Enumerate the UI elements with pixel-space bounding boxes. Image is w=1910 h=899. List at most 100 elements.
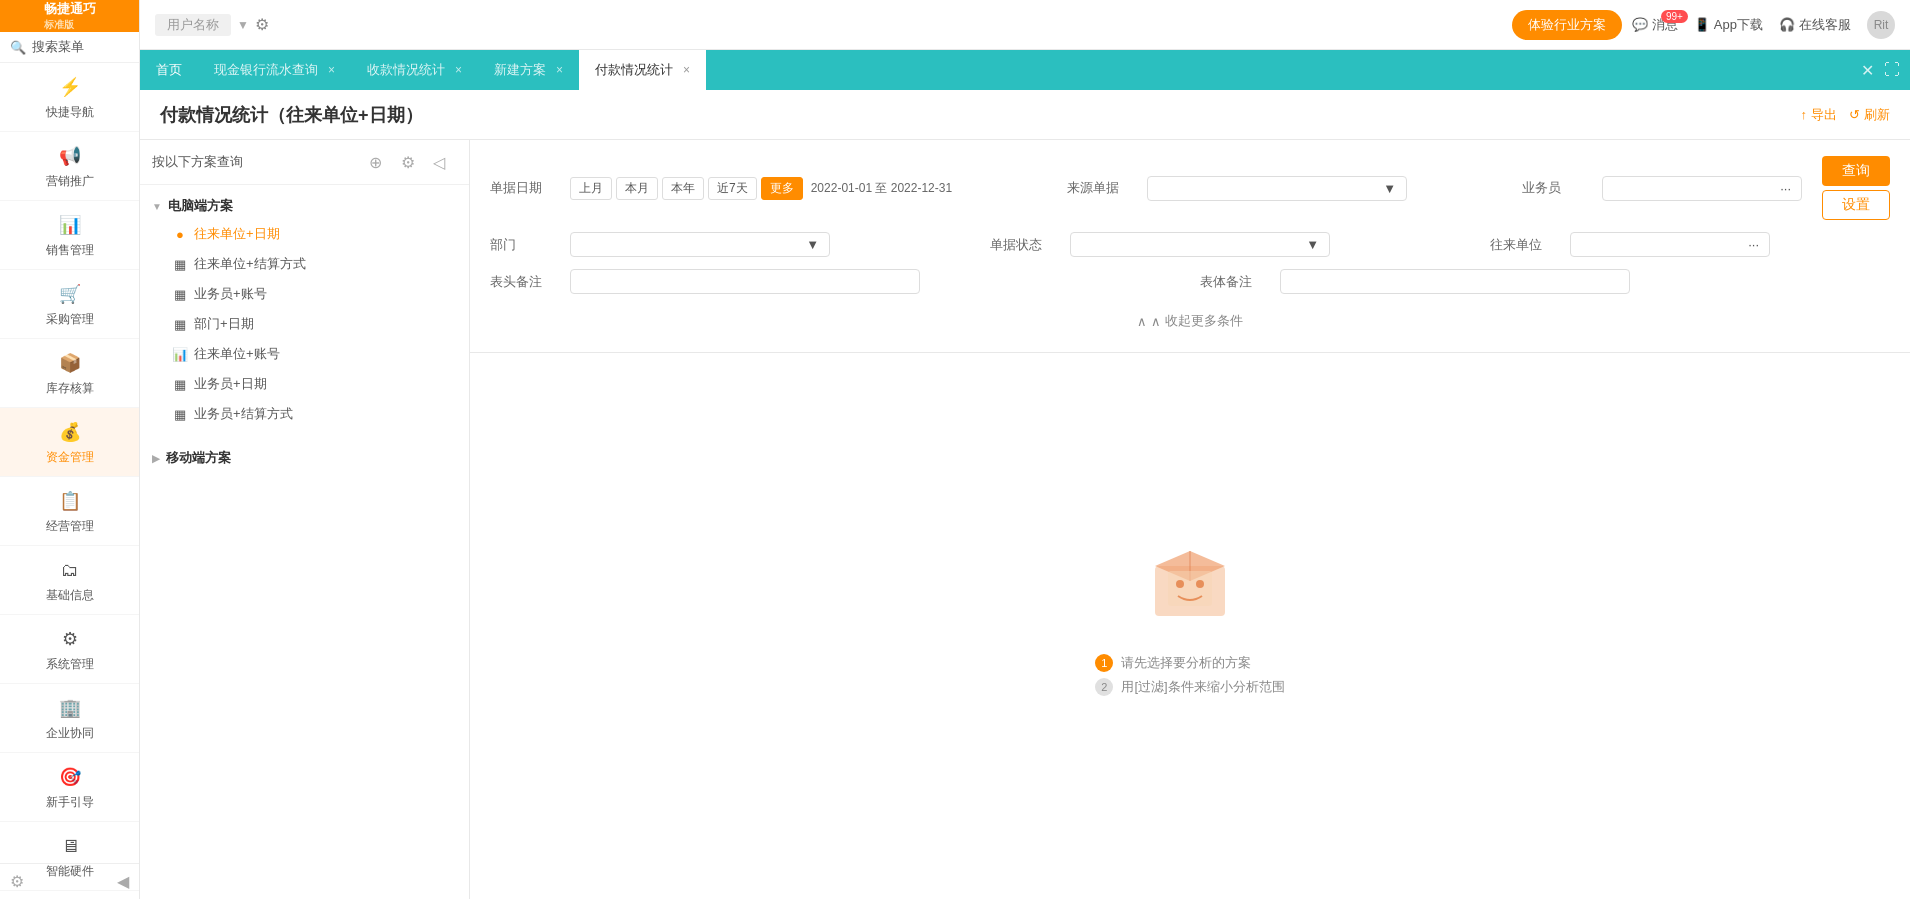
- header-note-input[interactable]: [570, 269, 920, 294]
- schema-item-partner-date[interactable]: ● 往来单位+日期: [152, 219, 457, 249]
- sidebar-item-system[interactable]: ⚙ 系统管理: [0, 615, 139, 684]
- export-button[interactable]: ↑ 导出: [1801, 106, 1838, 124]
- desktop-schema-group: ▼ 电脑端方案 ● 往来单位+日期 ▦ 往来单位+结算方式 ▦ 业务员+账号 ▦: [140, 185, 469, 437]
- tab-payments[interactable]: 付款情况统计 ×: [579, 50, 706, 90]
- left-panel-add-btn[interactable]: ⊕: [369, 150, 393, 174]
- schema-item-partner-settle-label: 往来单位+结算方式: [194, 255, 306, 273]
- sidebar-item-marketing[interactable]: 📢 营销推广: [0, 132, 139, 201]
- date-btn-this-month[interactable]: 本月: [616, 177, 658, 200]
- tab-receipts-close[interactable]: ×: [455, 63, 462, 77]
- collapse-conditions-btn[interactable]: ∧ ∧ 收起更多条件: [490, 306, 1890, 336]
- refresh-button[interactable]: ↺ 刷新: [1849, 106, 1890, 124]
- source-select[interactable]: ▼: [1147, 176, 1407, 201]
- tab-newplan[interactable]: 新建方案 ×: [478, 50, 579, 90]
- tabbar-expand-icon[interactable]: ⛶: [1884, 61, 1900, 79]
- partner-select[interactable]: ···: [1570, 232, 1770, 257]
- schema-item-staff-account[interactable]: ▦ 业务员+账号: [152, 279, 457, 309]
- schema-item-partner-date-label: 往来单位+日期: [194, 225, 280, 243]
- sidebar-item-quicknav[interactable]: ⚡ 快捷导航: [0, 63, 139, 132]
- collapse-arrow-icon: ∧ ∧: [1137, 314, 1161, 329]
- sidebar-item-inventory[interactable]: 📦 库存核算: [0, 339, 139, 408]
- avatar-label: Rit: [1874, 18, 1889, 32]
- sidebar-settings-icon[interactable]: ⚙: [10, 872, 24, 891]
- hint-text-2: 用[过滤]条件来缩小分析范围: [1121, 678, 1284, 696]
- sidebar-item-system-label: 系统管理: [46, 656, 94, 673]
- sidebar-item-operations[interactable]: 📋 经营管理: [0, 477, 139, 546]
- date-btn-more[interactable]: 更多: [761, 177, 803, 200]
- msg-icon: 💬: [1632, 17, 1648, 32]
- mobile-group-title[interactable]: ▶ 移动端方案: [152, 445, 457, 471]
- sidebar-item-finance-label: 资金管理: [46, 449, 94, 466]
- sidebar-search-label: 搜索菜单: [32, 38, 84, 56]
- date-btn-this-year[interactable]: 本年: [662, 177, 704, 200]
- dept-select[interactable]: ▼: [570, 232, 830, 257]
- schema-item-staff-date[interactable]: ▦ 业务员+日期: [152, 369, 457, 399]
- tab-newplan-close[interactable]: ×: [556, 63, 563, 77]
- topbar-app[interactable]: 📱 App下载: [1694, 16, 1763, 34]
- topbar-gear-icon[interactable]: ⚙: [255, 15, 269, 34]
- tab-payments-close[interactable]: ×: [683, 63, 690, 77]
- topbar-user-label: 用户名称: [155, 14, 231, 36]
- sidebar-item-marketing-label: 营销推广: [46, 173, 94, 190]
- logo-name: 畅捷通巧: [44, 0, 96, 18]
- date-btn-7days[interactable]: 近7天: [708, 177, 757, 200]
- sidebar-item-guide[interactable]: 🎯 新手引导: [0, 753, 139, 822]
- sidebar-item-enterprise[interactable]: 🏢 企业协同: [0, 684, 139, 753]
- left-panel-collapse-btn[interactable]: ◁: [433, 150, 457, 174]
- sidebar-search[interactable]: 🔍 搜索菜单: [0, 32, 139, 63]
- logo-sub: 标准版: [44, 18, 96, 32]
- sidebar-item-sales[interactable]: 📊 销售管理: [0, 201, 139, 270]
- schema-item-dept-date-icon: ▦: [172, 316, 188, 332]
- topbar-dropdown-icon[interactable]: ▼: [237, 18, 249, 32]
- sidebar-item-finance[interactable]: 💰 资金管理: [0, 408, 139, 477]
- filter-area: 单据日期 上月 本月 本年 近7天 更多 2022-01-01 至 2022-1…: [470, 140, 1910, 353]
- doc-status-select[interactable]: ▼: [1070, 232, 1330, 257]
- body-note-label: 表体备注: [1200, 273, 1260, 291]
- left-panel-settings-btn[interactable]: ⚙: [401, 150, 425, 174]
- desktop-group-title[interactable]: ▼ 电脑端方案: [152, 193, 457, 219]
- topbar-right: 💬 消息 99+ 📱 App下载 🎧 在线客服 Rit: [1632, 11, 1895, 39]
- topbar-avatar[interactable]: Rit: [1867, 11, 1895, 39]
- operations-icon: 📋: [56, 487, 84, 515]
- export-label: 导出: [1811, 106, 1837, 124]
- schema-item-partner-date-icon: ●: [172, 226, 188, 242]
- sidebar-item-sales-label: 销售管理: [46, 242, 94, 259]
- tabbar-close-icon[interactable]: ✕: [1861, 61, 1874, 80]
- page-title: 付款情况统计（往来单位+日期）: [160, 103, 423, 127]
- sidebar-item-quicknav-label: 快捷导航: [46, 104, 94, 121]
- sidebar-item-basic[interactable]: 🗂 基础信息: [0, 546, 139, 615]
- schema-item-dept-date-label: 部门+日期: [194, 315, 254, 333]
- staff-select[interactable]: ···: [1602, 176, 1802, 201]
- date-btn-last-month[interactable]: 上月: [570, 177, 612, 200]
- date-range-display: 2022-01-01 至 2022-12-31: [811, 180, 952, 197]
- tab-receipts-label: 收款情况统计: [367, 61, 445, 79]
- tab-home[interactable]: 首页: [140, 50, 198, 90]
- query-button[interactable]: 查询: [1822, 156, 1890, 186]
- tab-cashflow[interactable]: 现金银行流水查询 ×: [198, 50, 351, 90]
- date-range-text: 2022-01-01 至 2022-12-31: [811, 180, 952, 197]
- staff-label: 业务员: [1522, 179, 1582, 197]
- schema-item-partner-settle[interactable]: ▦ 往来单位+结算方式: [152, 249, 457, 279]
- schema-item-partner-account[interactable]: 📊 往来单位+账号: [152, 339, 457, 369]
- schema-item-staff-date-icon: ▦: [172, 376, 188, 392]
- sidebar-item-inventory-label: 库存核算: [46, 380, 94, 397]
- mobile-schema-group: ▶ 移动端方案: [140, 437, 469, 479]
- sidebar-item-purchase[interactable]: 🛒 采购管理: [0, 270, 139, 339]
- hint-num-1: 1: [1095, 654, 1113, 672]
- topbar-msg[interactable]: 💬 消息 99+: [1632, 16, 1678, 34]
- settings-button[interactable]: 设置: [1822, 190, 1890, 220]
- schema-item-staff-account-label: 业务员+账号: [194, 285, 267, 303]
- topbar-service[interactable]: 🎧 在线客服: [1779, 16, 1851, 34]
- body-note-input[interactable]: [1280, 269, 1630, 294]
- schema-item-staff-settle[interactable]: ▦ 业务员+结算方式: [152, 399, 457, 429]
- mobile-arrow-icon: ▶: [152, 453, 160, 464]
- sidebar-collapse-icon[interactable]: ◀: [117, 872, 129, 891]
- trial-button[interactable]: 体验行业方案: [1512, 10, 1622, 40]
- staff-select-dots: ···: [1780, 181, 1791, 196]
- tab-payments-label: 付款情况统计: [595, 61, 673, 79]
- tab-cashflow-close[interactable]: ×: [328, 63, 335, 77]
- source-select-arrow: ▼: [1383, 181, 1396, 196]
- tab-receipts[interactable]: 收款情况统计 ×: [351, 50, 478, 90]
- content-area: 按以下方案查询 ⊕ ⚙ ◁ ▼ 电脑端方案 ● 往来单位+日期: [140, 140, 1910, 899]
- schema-item-dept-date[interactable]: ▦ 部门+日期: [152, 309, 457, 339]
